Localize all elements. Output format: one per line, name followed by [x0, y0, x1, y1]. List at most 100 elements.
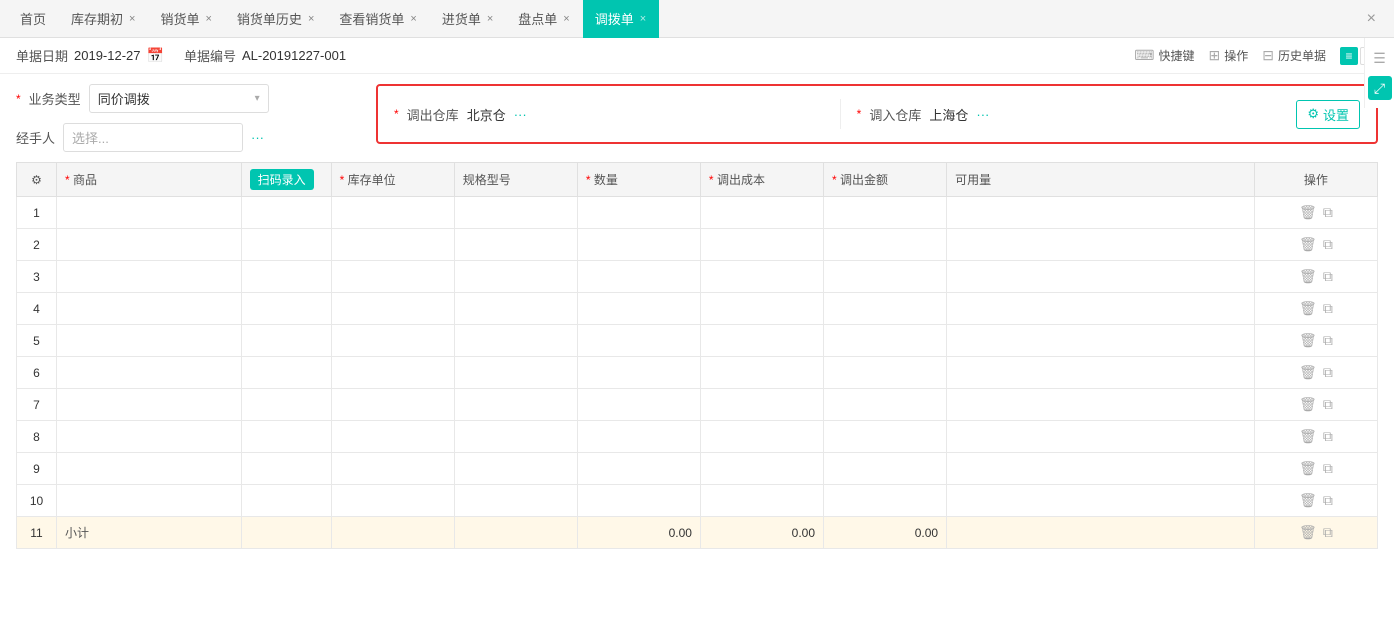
warehouse-out-more-button[interactable]: ···	[514, 107, 527, 122]
product-cell[interactable]	[57, 197, 242, 229]
cost-cell[interactable]	[700, 389, 823, 421]
unit-cell2[interactable]	[331, 421, 454, 453]
copy-icon[interactable]: ⧉	[1323, 460, 1333, 477]
unit-cell2[interactable]	[331, 357, 454, 389]
delete-icon[interactable]: 🗑	[1299, 524, 1317, 541]
spec-cell[interactable]	[454, 229, 577, 261]
available-cell[interactable]	[947, 293, 1255, 325]
copy-icon[interactable]: ⧉	[1323, 268, 1333, 285]
quantity-cell[interactable]	[577, 421, 700, 453]
unit-cell[interactable]	[241, 197, 331, 229]
close-tab-sales-history[interactable]: ×	[308, 13, 314, 25]
spec-cell[interactable]	[454, 357, 577, 389]
unit-cell2[interactable]	[331, 229, 454, 261]
close-tab-inventory-init[interactable]: ×	[129, 13, 135, 25]
spec-cell[interactable]	[454, 197, 577, 229]
warehouse-in-more-button[interactable]: ···	[976, 107, 989, 122]
amount-cell[interactable]	[824, 325, 947, 357]
sidebar-expand-icon[interactable]: ⤢	[1368, 76, 1392, 100]
settings-button[interactable]: ⚙ 设置	[1296, 100, 1360, 129]
available-cell[interactable]	[947, 357, 1255, 389]
unit-cell[interactable]	[241, 325, 331, 357]
cost-cell[interactable]	[700, 453, 823, 485]
close-tab-view-sales[interactable]: ×	[410, 13, 416, 25]
copy-icon[interactable]: ⧉	[1323, 300, 1333, 317]
spec-cell[interactable]	[454, 389, 577, 421]
unit-cell[interactable]	[241, 485, 331, 517]
close-tab-sales-order[interactable]: ×	[205, 13, 211, 25]
amount-cell[interactable]	[824, 389, 947, 421]
product-cell[interactable]	[57, 293, 242, 325]
unit-cell2[interactable]	[331, 453, 454, 485]
cost-cell[interactable]	[700, 293, 823, 325]
layout-list-button[interactable]: ≡	[1340, 47, 1358, 65]
handler-more-button[interactable]: ···	[251, 130, 264, 145]
tab-home[interactable]: 首页	[8, 0, 59, 38]
quantity-cell[interactable]	[577, 293, 700, 325]
amount-cell[interactable]	[824, 485, 947, 517]
delete-icon[interactable]: 🗑	[1299, 396, 1317, 413]
unit-cell2[interactable]	[331, 293, 454, 325]
quantity-cell[interactable]	[577, 357, 700, 389]
amount-cell[interactable]	[824, 261, 947, 293]
product-cell[interactable]	[57, 389, 242, 421]
unit-cell[interactable]	[241, 357, 331, 389]
amount-cell[interactable]	[824, 197, 947, 229]
copy-icon[interactable]: ⧉	[1323, 236, 1333, 253]
sidebar-list-icon[interactable]: ☰	[1368, 46, 1392, 70]
unit-cell[interactable]	[241, 421, 331, 453]
available-cell[interactable]	[947, 453, 1255, 485]
delete-icon[interactable]: 🗑	[1299, 204, 1317, 221]
close-tab-purchase-order[interactable]: ×	[487, 13, 493, 25]
spec-cell[interactable]	[454, 485, 577, 517]
delete-icon[interactable]: 🗑	[1299, 460, 1317, 477]
delete-icon[interactable]: 🗑	[1299, 268, 1317, 285]
tab-sales-order[interactable]: 销货单 ×	[148, 0, 224, 38]
tab-sales-history[interactable]: 销货单历史 ×	[225, 0, 327, 38]
calendar-icon[interactable]: 📅	[147, 47, 164, 64]
amount-cell[interactable]	[824, 453, 947, 485]
unit-cell[interactable]	[241, 229, 331, 261]
product-cell[interactable]	[57, 421, 242, 453]
unit-cell2[interactable]	[331, 389, 454, 421]
unit-cell[interactable]	[241, 293, 331, 325]
quantity-cell[interactable]	[577, 197, 700, 229]
delete-icon[interactable]: 🗑	[1299, 428, 1317, 445]
spec-cell[interactable]	[454, 293, 577, 325]
cost-cell[interactable]	[700, 357, 823, 389]
cost-cell[interactable]	[700, 421, 823, 453]
close-tab-transfer[interactable]: ×	[640, 13, 646, 25]
copy-icon[interactable]: ⧉	[1323, 332, 1333, 349]
product-cell[interactable]	[57, 261, 242, 293]
quantity-cell[interactable]	[577, 485, 700, 517]
delete-icon[interactable]: 🗑	[1299, 492, 1317, 509]
tab-transfer[interactable]: 调拨单 ×	[583, 0, 659, 38]
unit-cell2[interactable]	[331, 197, 454, 229]
copy-icon[interactable]: ⧉	[1323, 428, 1333, 445]
spec-cell[interactable]	[454, 261, 577, 293]
available-cell[interactable]	[947, 261, 1255, 293]
operations-button[interactable]: ⊞ 操作	[1209, 47, 1249, 64]
business-type-select[interactable]: 同价调拨 ▾	[89, 84, 269, 113]
quantity-cell[interactable]	[577, 325, 700, 357]
scan-button[interactable]: 扫码录入	[250, 169, 314, 190]
unit-cell2[interactable]	[331, 485, 454, 517]
delete-icon[interactable]: 🗑	[1299, 332, 1317, 349]
spec-cell[interactable]	[454, 421, 577, 453]
table-settings-icon[interactable]: ⚙	[31, 173, 42, 187]
close-tab-stocktake[interactable]: ×	[563, 13, 569, 25]
shortcuts-button[interactable]: ⌨ 快捷键	[1134, 47, 1194, 64]
tab-inventory-init[interactable]: 库存期初 ×	[59, 0, 148, 38]
amount-cell[interactable]	[824, 293, 947, 325]
amount-cell[interactable]	[824, 229, 947, 261]
history-button[interactable]: ⊟ 历史单据	[1262, 47, 1326, 64]
quantity-cell[interactable]	[577, 453, 700, 485]
product-cell[interactable]	[57, 325, 242, 357]
unit-cell[interactable]	[241, 453, 331, 485]
handler-select[interactable]: 选择...	[63, 123, 243, 152]
product-cell[interactable]	[57, 229, 242, 261]
tab-view-sales[interactable]: 查看销货单 ×	[327, 0, 429, 38]
available-cell[interactable]	[947, 389, 1255, 421]
unit-cell[interactable]	[241, 389, 331, 421]
unit-cell2[interactable]	[331, 325, 454, 357]
